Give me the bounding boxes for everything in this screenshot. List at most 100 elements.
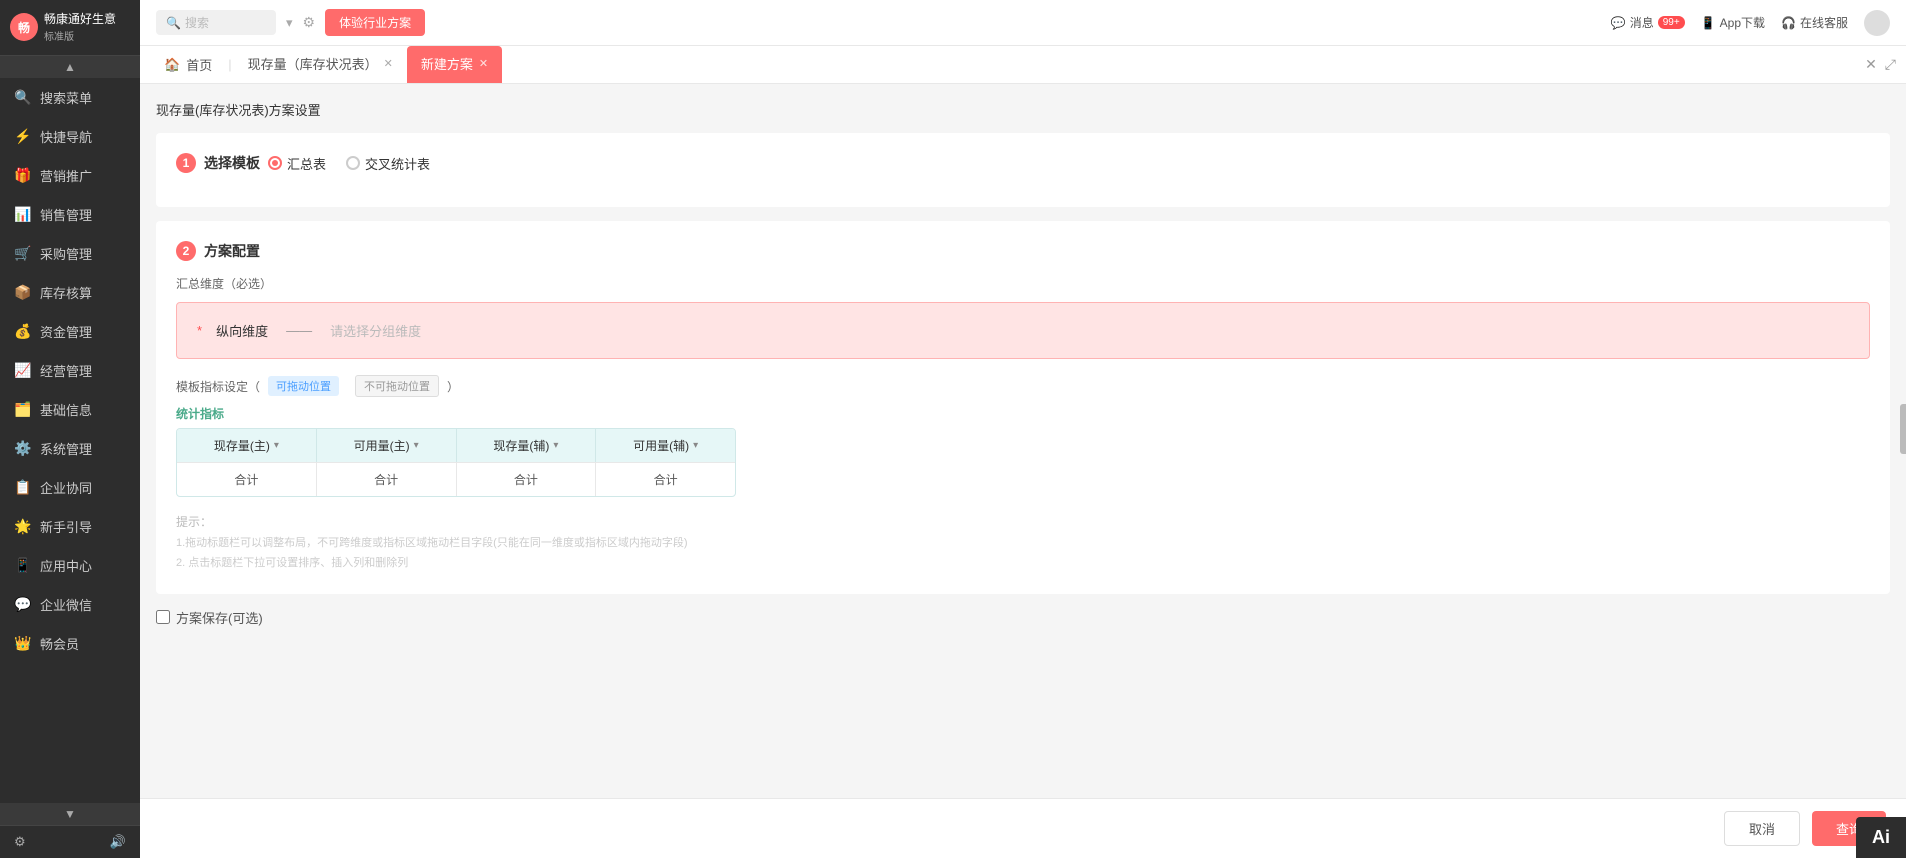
right-drag-handle[interactable] [1900,404,1906,454]
sidebar: 畅 畅康通好生意 标准版 ▲ 🔍 搜索菜单 ⚡ 快捷导航 🎁 营销推广 📊 销售… [0,0,140,858]
stats-cell-3: 合计 [596,462,735,496]
indicator-config-area: 统计指标 现存量(主) ▾ 可用量(主) ▾ 现存量(辅) ▾ [176,405,1870,497]
sidebar-item-operations[interactable]: 📈 经营管理 [0,351,140,390]
topbar-left: 🔍 搜索 ▾ ⚙ 体验行业方案 [156,9,425,36]
stats-col-0[interactable]: 现存量(主) ▾ [177,429,317,462]
sidebar-item-finance[interactable]: 💰 资金管理 [0,312,140,351]
topbar-gear-icon[interactable]: ⚙ [303,14,316,31]
stats-cell-1: 合计 [317,462,457,496]
trend-icon: 📈 [14,361,32,379]
sidebar-item-member[interactable]: 👑 畅会员 [0,624,140,663]
sidebar-item-shortcut[interactable]: ⚡ 快捷导航 [0,117,140,156]
sidebar-item-label: 系统管理 [40,439,92,458]
save-option: 方案保存(可选) [156,608,1890,627]
sidebar-item-search[interactable]: 🔍 搜索菜单 [0,78,140,117]
sidebar-item-label: 快捷导航 [40,127,92,146]
online-service-item[interactable]: 🎧 在线客服 [1781,14,1848,31]
sidebar-item-marketing[interactable]: 🎁 营销推广 [0,156,140,195]
stats-col-3[interactable]: 可用量(辅) ▾ [596,429,735,462]
sidebar-item-label: 营销推广 [40,166,92,185]
headset-icon: 🎧 [1781,16,1796,30]
cancel-button[interactable]: 取消 [1724,811,1800,846]
industry-solution-button[interactable]: 体验行业方案 [325,9,425,36]
topbar-search[interactable]: 🔍 搜索 [156,10,276,35]
hint-item-0: 1.拖动标题栏可以调整布局，不可跨维度或指标区域拖动栏目字段(只能在同一维度或指… [176,534,1870,554]
content-area: 现存量(库存状况表)方案设置 1 选择模板 汇总表 交叉统计表 [140,84,1906,798]
sidebar-item-label: 应用中心 [40,556,92,575]
crown-icon: 👑 [14,634,32,652]
sidebar-item-label: 企业微信 [40,595,92,614]
star-icon: 🌟 [14,517,32,535]
app-download-item[interactable]: 📱 App下载 [1701,14,1765,31]
ai-button[interactable]: Ai [1856,817,1906,858]
sidebar-item-label: 新手引导 [40,517,92,536]
tab-inventory[interactable]: 现存量（库存状况表） ✕ [234,46,407,83]
sidebar-item-guide[interactable]: 🌟 新手引导 [0,507,140,546]
sidebar-item-basic[interactable]: 🗂️ 基础信息 [0,390,140,429]
radio-summary-dot [268,156,282,170]
tab-new-plan-close[interactable]: ✕ [479,57,488,70]
stats-col-1[interactable]: 可用量(主) ▾ [317,429,457,462]
sidebar-item-system[interactable]: ⚙️ 系统管理 [0,429,140,468]
sidebar-item-agreement[interactable]: 📋 企业协同 [0,468,140,507]
sidebar-item-label: 资金管理 [40,322,92,341]
hint-block: 提示： 1.拖动标题栏可以调整布局，不可跨维度或指标区域拖动栏目字段(只能在同一… [176,513,1870,574]
save-checkbox[interactable] [156,610,170,624]
page-title: 现存量(库存状况表)方案设置 [156,100,1890,119]
radio-cross[interactable]: 交叉统计表 [346,154,430,173]
sidebar-nav: 🔍 搜索菜单 ⚡ 快捷导航 🎁 营销推广 📊 销售管理 🛒 采购管理 📦 库存核… [0,78,140,803]
message-icon: 💬 [1611,16,1626,30]
window-expand-icon[interactable]: ⤢ [1885,56,1896,73]
tab-new-plan[interactable]: 新建方案 ✕ [407,46,502,83]
col-2-dropdown[interactable]: ▾ [553,440,558,451]
search-icon: 🔍 [166,16,181,30]
col-0-dropdown[interactable]: ▾ [274,440,279,451]
mobile-icon: 📱 [14,556,32,574]
chart-icon: 📊 [14,205,32,223]
sidebar-item-purchase[interactable]: 🛒 采购管理 [0,234,140,273]
tab-home[interactable]: 🏠 首页 [150,46,226,83]
step2-label: 方案配置 [204,241,260,261]
template-radio-group: 汇总表 交叉统计表 [268,154,430,173]
folder-icon: 🗂️ [14,400,32,418]
main-area: 🔍 搜索 ▾ ⚙ 体验行业方案 💬 消息 99+ 📱 App下载 🎧 在线客服 [140,0,1906,858]
stats-cell-2: 合计 [457,462,597,496]
vertical-dim-label: 纵向维度 [216,321,268,340]
indicator-config-label: 模板指标设定（ 可拖动位置 不可拖动位置 ） [176,375,1870,397]
sidebar-item-wechat[interactable]: 💬 企业微信 [0,585,140,624]
required-star: * [197,323,202,338]
stats-col-2[interactable]: 现存量(辅) ▾ [457,429,597,462]
home-icon: 🏠 [164,57,180,73]
settings-icon[interactable]: ⚙ [14,834,26,850]
radio-cross-dot [346,156,360,170]
app-logo: 畅 畅康通好生意 标准版 [0,0,140,56]
window-close-icon[interactable]: ✕ [1865,56,1877,73]
stats-table: 现存量(主) ▾ 可用量(主) ▾ 现存量(辅) ▾ 可用量(辅) [176,428,736,497]
col-3-dropdown[interactable]: ▾ [693,440,698,451]
summary-dim-label: 汇总维度（必选） [176,275,1870,292]
box-icon: 📦 [14,283,32,301]
sidebar-scroll-up[interactable]: ▲ [0,56,140,78]
cart-icon: 🛒 [14,244,32,262]
gear-icon: ⚙️ [14,439,32,457]
col-1-dropdown[interactable]: ▾ [414,440,419,451]
sidebar-item-label: 经营管理 [40,361,92,380]
sound-icon[interactable]: 🔊 [110,834,126,850]
window-controls: ✕ ⤢ [1865,56,1896,73]
stats-table-header: 现存量(主) ▾ 可用量(主) ▾ 现存量(辅) ▾ 可用量(辅) [177,429,735,462]
sidebar-item-apps[interactable]: 📱 应用中心 [0,546,140,585]
tab-inventory-close[interactable]: ✕ [384,57,393,70]
topbar-dropdown-icon[interactable]: ▾ [286,15,293,31]
radio-summary[interactable]: 汇总表 [268,154,326,173]
sidebar-item-label: 基础信息 [40,400,92,419]
hint-title: 提示： [176,513,1870,530]
sidebar-scroll-down[interactable]: ▼ [0,803,140,825]
sidebar-item-label: 畅会员 [40,634,79,653]
sidebar-item-label: 销售管理 [40,205,92,224]
message-item[interactable]: 💬 消息 99+ [1611,14,1685,31]
sidebar-item-inventory[interactable]: 📦 库存核算 [0,273,140,312]
user-avatar[interactable] [1864,10,1890,36]
sidebar-item-sales[interactable]: 📊 销售管理 [0,195,140,234]
step2-num: 2 [176,241,196,261]
vertical-dim-area[interactable]: * 纵向维度 —— 请选择分组维度 [176,302,1870,359]
